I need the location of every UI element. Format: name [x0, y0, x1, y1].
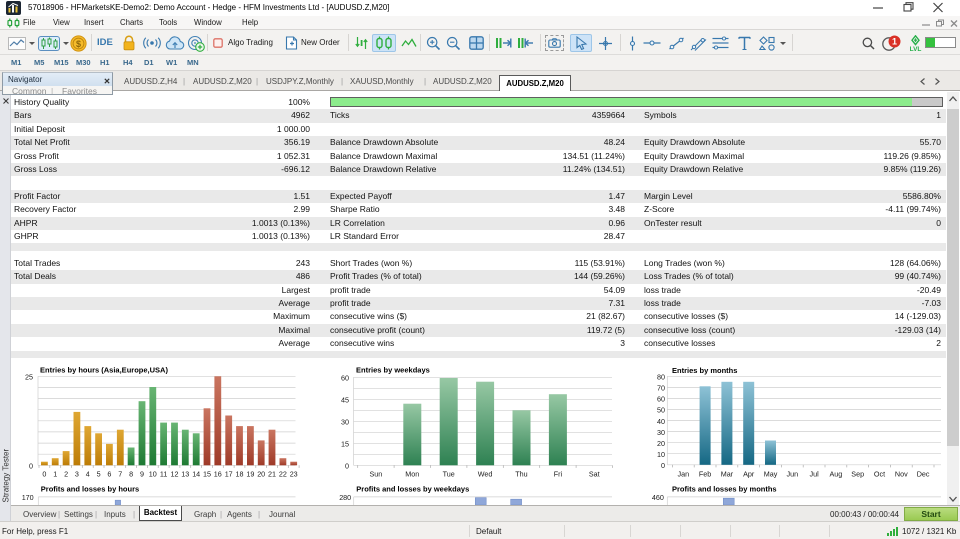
svg-text:Sat: Sat	[589, 470, 600, 479]
svg-text:Wed: Wed	[478, 470, 493, 479]
svg-text:10: 10	[657, 450, 665, 459]
svg-text:$: $	[76, 39, 81, 49]
svg-text:Entries by hours (Asia,Europe,: Entries by hours (Asia,Europe,USA)	[40, 366, 168, 375]
svg-text:6: 6	[107, 470, 111, 479]
svg-text:Tue: Tue	[443, 470, 455, 479]
svg-text:Profits and losses by weekdays: Profits and losses by weekdays	[356, 485, 469, 494]
svg-text:22: 22	[279, 470, 287, 479]
svg-text:1: 1	[892, 37, 897, 47]
svg-text:0: 0	[29, 461, 33, 470]
svg-text:15: 15	[341, 440, 349, 449]
svg-text:45: 45	[341, 396, 349, 405]
svg-text:Sun: Sun	[370, 470, 383, 479]
svg-text:Sep: Sep	[851, 470, 864, 479]
svg-text:20: 20	[657, 439, 665, 448]
svg-text:30: 30	[657, 428, 665, 437]
svg-text:21: 21	[268, 470, 276, 479]
svg-text:Aug: Aug	[830, 470, 843, 479]
svg-text:19: 19	[246, 470, 254, 479]
svg-text:Mar: Mar	[721, 470, 734, 479]
svg-text:Jul: Jul	[809, 470, 819, 479]
svg-text:0: 0	[661, 461, 665, 470]
svg-text:11: 11	[160, 470, 167, 479]
svg-text:40: 40	[657, 417, 665, 426]
svg-text:30: 30	[341, 418, 349, 427]
svg-text:60: 60	[341, 374, 349, 383]
svg-text:Nov: Nov	[895, 470, 908, 479]
svg-text:80: 80	[657, 373, 665, 382]
svg-text:3: 3	[75, 470, 79, 479]
svg-text:0: 0	[345, 462, 349, 471]
svg-text:8: 8	[129, 470, 133, 479]
svg-text:Profits and losses by hours: Profits and losses by hours	[41, 485, 139, 494]
svg-text:9: 9	[140, 470, 144, 479]
svg-text:0: 0	[42, 470, 46, 479]
svg-text:Entries by months: Entries by months	[672, 366, 737, 375]
svg-text:20: 20	[257, 470, 265, 479]
svg-text:Thu: Thu	[515, 470, 527, 479]
svg-text:5: 5	[97, 470, 101, 479]
svg-text:4: 4	[86, 470, 90, 479]
svg-text:May: May	[764, 470, 778, 479]
svg-text:50: 50	[657, 406, 665, 415]
svg-text:17: 17	[225, 470, 233, 479]
svg-text:Dec: Dec	[917, 470, 930, 479]
svg-text:280: 280	[339, 493, 351, 502]
svg-text:1: 1	[53, 470, 57, 479]
svg-text:Jan: Jan	[678, 470, 690, 479]
svg-text:23: 23	[290, 470, 298, 479]
svg-text:Fri: Fri	[554, 470, 563, 479]
svg-text:Mon: Mon	[405, 470, 419, 479]
svg-text:2: 2	[64, 470, 68, 479]
svg-text:10: 10	[149, 470, 157, 479]
svg-text:LVL: LVL	[910, 46, 922, 52]
svg-text:14: 14	[192, 470, 200, 479]
svg-text:12: 12	[171, 470, 179, 479]
svg-text:Feb: Feb	[699, 470, 711, 479]
svg-text:18: 18	[236, 470, 244, 479]
svg-text:Entries by weekdays: Entries by weekdays	[356, 366, 430, 375]
svg-text:170: 170	[22, 493, 34, 502]
svg-text:15: 15	[203, 470, 211, 479]
svg-text:460: 460	[652, 493, 664, 502]
svg-text:25: 25	[25, 373, 33, 382]
svg-text:16: 16	[214, 470, 222, 479]
svg-text:7: 7	[118, 470, 122, 479]
svg-text:Apr: Apr	[743, 470, 755, 479]
svg-text:Oct: Oct	[874, 470, 885, 479]
svg-text:Profits and losses by months: Profits and losses by months	[672, 485, 777, 494]
svg-text:Jun: Jun	[787, 470, 799, 479]
svg-text:13: 13	[181, 470, 189, 479]
svg-text:60: 60	[657, 395, 665, 404]
svg-text:70: 70	[657, 384, 665, 393]
